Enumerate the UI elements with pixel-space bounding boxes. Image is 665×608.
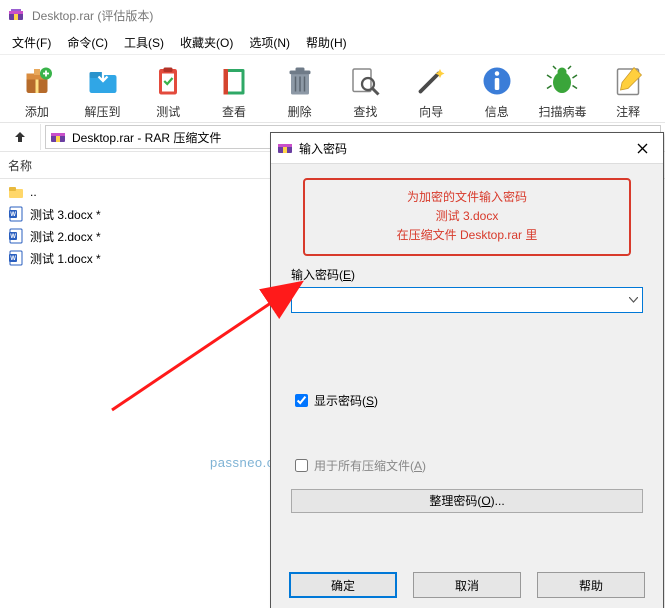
folder-extract-icon [70, 61, 136, 101]
file-name: 测试 3.docx * [30, 206, 101, 223]
tb-add[interactable]: 添加 [4, 61, 70, 120]
tb-info[interactable]: 信息 [464, 61, 530, 120]
tb-wizard[interactable]: 向导 [398, 61, 464, 120]
address-text: Desktop.rar - RAR 压缩文件 [72, 129, 221, 146]
search-icon [333, 61, 399, 101]
file-name: 测试 2.docx * [30, 228, 101, 245]
file-name: .. [30, 185, 37, 199]
docx-icon: W [8, 250, 24, 266]
dialog-titlebar: 输入密码 [271, 133, 663, 164]
tb-test[interactable]: 测试 [135, 61, 201, 120]
password-combo [291, 287, 643, 313]
tb-info-label: 信息 [464, 103, 530, 120]
menu-command[interactable]: 命令(C) [59, 32, 116, 53]
tb-extract[interactable]: 解压到 [70, 61, 136, 120]
tb-scan[interactable]: 扫描病毒 [530, 61, 596, 120]
menu-file[interactable]: 文件(F) [4, 32, 59, 53]
info-icon [464, 61, 530, 101]
winrar-app-icon [277, 140, 293, 156]
tb-extract-label: 解压到 [70, 103, 136, 120]
dialog-button-row: 确定 取消 帮助 [271, 572, 663, 598]
use-for-all-label: 用于所有压缩文件(A) [314, 457, 426, 474]
winrar-window: Desktop.rar (评估版本) 文件(F) 命令(C) 工具(S) 收藏夹… [0, 0, 665, 608]
prompt-line2: 测试 3.docx [315, 207, 619, 226]
menu-options[interactable]: 选项(N) [241, 32, 298, 53]
chevron-down-icon [629, 297, 638, 303]
close-icon [637, 143, 648, 154]
trash-icon [267, 61, 333, 101]
dialog-title: 输入密码 [299, 140, 627, 157]
svg-text:W: W [10, 234, 16, 240]
tb-scan-label: 扫描病毒 [530, 103, 596, 120]
tb-add-label: 添加 [4, 103, 70, 120]
use-for-all-row[interactable]: 用于所有压缩文件(A) [291, 456, 643, 475]
winrar-app-icon [8, 7, 24, 23]
tb-comment-label: 注释 [595, 103, 661, 120]
titlebar: Desktop.rar (评估版本) [0, 0, 665, 30]
docx-icon: W [8, 228, 24, 244]
svg-text:W: W [10, 212, 16, 218]
tb-find[interactable]: 查找 [333, 61, 399, 120]
toolbar: 添加 解压到 测试 查看 删除 查找 向导 信息 扫描病毒 注释 [0, 55, 665, 123]
organize-passwords-button[interactable]: 整理密码(O)... [291, 489, 643, 513]
up-arrow-icon [12, 129, 28, 145]
show-password-checkbox[interactable] [295, 394, 308, 407]
bug-scan-icon [530, 61, 596, 101]
password-field-area: 输入密码(E) 显示密码(S) 用于所有压缩文件(A) 整理密码(O)... [291, 266, 643, 513]
archive-icon [50, 129, 66, 145]
password-label: 输入密码(E) [291, 266, 643, 283]
book-view-icon [201, 61, 267, 101]
up-button[interactable] [0, 124, 41, 150]
folder-up-icon [8, 184, 24, 200]
wand-icon [398, 61, 464, 101]
tb-view[interactable]: 查看 [201, 61, 267, 120]
docx-icon: W [8, 206, 24, 222]
file-name: 测试 1.docx * [30, 250, 101, 267]
show-password-row[interactable]: 显示密码(S) [291, 391, 643, 410]
tb-delete[interactable]: 删除 [267, 61, 333, 120]
password-input[interactable] [292, 290, 624, 310]
clipboard-test-icon [135, 61, 201, 101]
tb-comment[interactable]: 注释 [595, 61, 661, 120]
svg-text:W: W [10, 256, 16, 262]
ok-button[interactable]: 确定 [289, 572, 397, 598]
menu-favorites[interactable]: 收藏夹(O) [172, 32, 241, 53]
password-prompt-box: 为加密的文件输入密码 测试 3.docx 在压缩文件 Desktop.rar 里 [303, 178, 631, 256]
close-button[interactable] [627, 133, 657, 163]
password-dialog: 输入密码 为加密的文件输入密码 测试 3.docx 在压缩文件 Desktop.… [270, 132, 664, 608]
tb-view-label: 查看 [201, 103, 267, 120]
prompt-line1: 为加密的文件输入密码 [315, 188, 619, 207]
tb-test-label: 测试 [135, 103, 201, 120]
menubar: 文件(F) 命令(C) 工具(S) 收藏夹(O) 选项(N) 帮助(H) [0, 30, 665, 55]
help-button[interactable]: 帮助 [537, 572, 645, 598]
prompt-line3: 在压缩文件 Desktop.rar 里 [315, 226, 619, 245]
cancel-button[interactable]: 取消 [413, 572, 521, 598]
dropdown-button[interactable] [624, 288, 642, 312]
menu-tools[interactable]: 工具(S) [116, 32, 172, 53]
window-title: Desktop.rar (评估版本) [32, 7, 153, 24]
menu-help[interactable]: 帮助(H) [298, 32, 355, 53]
tb-wizard-label: 向导 [398, 103, 464, 120]
note-icon [595, 61, 661, 101]
tb-find-label: 查找 [333, 103, 399, 120]
show-password-label: 显示密码(S) [314, 392, 378, 409]
use-for-all-checkbox[interactable] [295, 459, 308, 472]
tb-delete-label: 删除 [267, 103, 333, 120]
archive-add-icon [4, 61, 70, 101]
